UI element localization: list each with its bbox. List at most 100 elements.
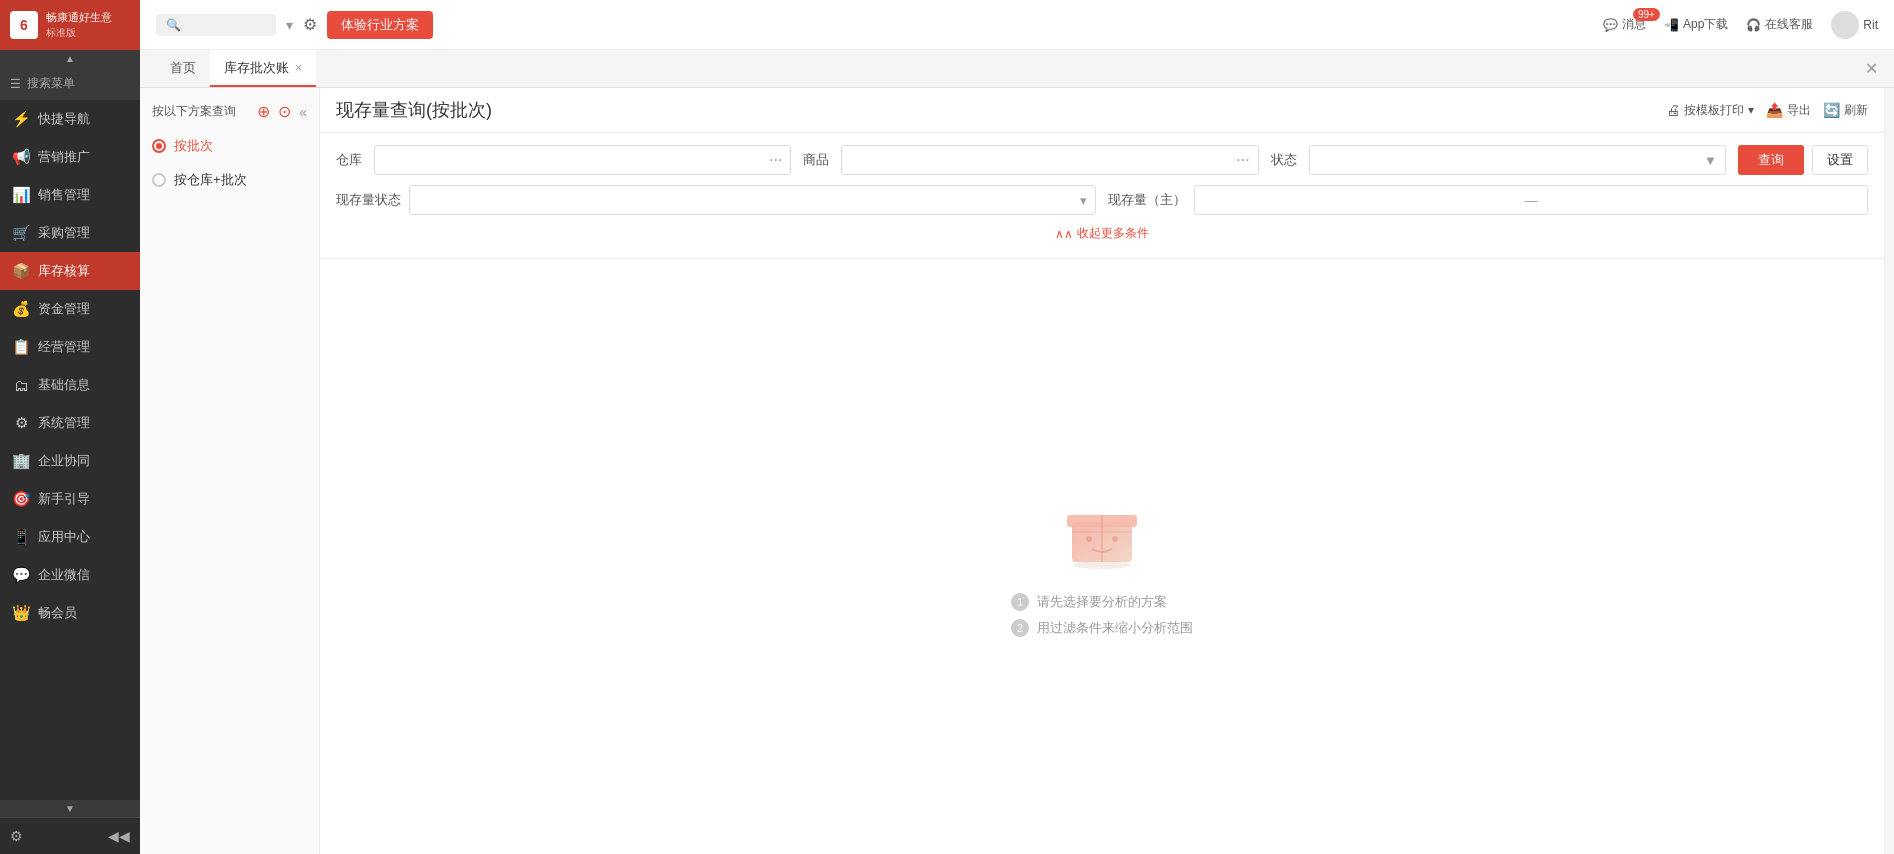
sidebar-item-operations[interactable]: 📋 经营管理 — [0, 328, 140, 366]
field-actions: 查询 设置 — [1738, 145, 1868, 175]
refresh-label: 刷新 — [1844, 102, 1868, 119]
inventory-qty-range[interactable]: — — [1194, 185, 1868, 215]
app-download-label: App下载 — [1683, 16, 1728, 33]
filter-radio-batch — [152, 139, 166, 153]
svg-point-5 — [1112, 536, 1118, 542]
top-search-dropdown[interactable]: ▾ — [286, 17, 293, 33]
message-button[interactable]: 💬 消息 99+ — [1603, 16, 1646, 33]
sidebar-item-label: 畅会员 — [38, 604, 77, 622]
top-search-bar[interactable]: 🔍 — [156, 14, 276, 36]
sidebar-item-purchase[interactable]: 🛒 采购管理 — [0, 214, 140, 252]
filter-label-warehouse: 按仓库+批次 — [174, 171, 247, 189]
sidebar-item-inventory[interactable]: 📦 库存核算 — [0, 252, 140, 290]
collapse-icon: ∧∧ — [1055, 227, 1073, 241]
export-icon: 📤 — [1766, 102, 1783, 118]
online-service-label: 在线客服 — [1765, 16, 1813, 33]
settings-button[interactable]: 设置 — [1812, 145, 1868, 175]
guide-icon: 🎯 — [12, 490, 30, 508]
user-profile[interactable]: Rit — [1831, 11, 1878, 39]
brand-tag: 标准版 — [46, 26, 112, 40]
sidebar-item-enterprise[interactable]: 🏢 企业协同 — [0, 442, 140, 480]
export-button[interactable]: 📤 导出 — [1766, 102, 1811, 119]
trial-button[interactable]: 体验行业方案 — [327, 11, 433, 39]
search-menu-item[interactable]: ☰ 搜索菜单 — [0, 67, 140, 100]
filter-radio-warehouse — [152, 173, 166, 187]
message-icon: 💬 — [1603, 18, 1618, 32]
sidebar-item-label: 经营管理 — [38, 338, 90, 356]
sidebar-item-label: 应用中心 — [38, 528, 90, 546]
filter-item-warehouse-batch[interactable]: 按仓库+批次 — [140, 163, 319, 197]
sidebar-item-guide[interactable]: 🎯 新手引导 — [0, 480, 140, 518]
svg-point-4 — [1086, 536, 1092, 542]
sidebar-scroll-down[interactable]: ▼ — [0, 800, 140, 817]
member-icon: 👑 — [12, 604, 30, 622]
filter-collapse-icon[interactable]: « — [299, 104, 307, 120]
refresh-button[interactable]: 🔄 刷新 — [1823, 102, 1868, 119]
sidebar-item-finance[interactable]: 💰 资金管理 — [0, 290, 140, 328]
basic-icon: 🗂 — [12, 377, 30, 394]
top-settings-icon[interactable]: ⚙ — [303, 15, 317, 34]
top-header: 🔍 ▾ ⚙ 体验行业方案 💬 消息 99+ 📲 App下载 🎧 在线客服 Rit — [140, 0, 1894, 50]
product-label: 商品 — [803, 151, 833, 169]
tab-inventory-batch[interactable]: 库存批次账 × — [210, 50, 316, 87]
warehouse-input[interactable]: ··· — [374, 145, 791, 175]
app-download-button[interactable]: 📲 App下载 — [1664, 16, 1728, 33]
export-label: 导出 — [1787, 102, 1811, 119]
status-select[interactable]: ▼ — [1309, 145, 1726, 175]
tab-inventory-batch-label: 库存批次账 — [224, 59, 289, 77]
sidebar-item-appstore[interactable]: 📱 应用中心 — [0, 518, 140, 556]
inventory-icon: 📦 — [12, 262, 30, 280]
product-dots[interactable]: ··· — [1236, 151, 1249, 169]
sidebar-item-basic[interactable]: 🗂 基础信息 — [0, 366, 140, 404]
empty-tips: 1 请先选择要分析的方案 2 用过滤条件来缩小分析范围 — [1011, 593, 1193, 637]
sidebar-collapse-icon[interactable]: ◀◀ — [108, 828, 130, 844]
filter-label-batch: 按批次 — [174, 137, 213, 155]
sidebar-item-wechat[interactable]: 💬 企业微信 — [0, 556, 140, 594]
warehouse-dots[interactable]: ··· — [769, 151, 782, 169]
search-form: 仓库 ··· 商品 ··· 状态 — [320, 133, 1884, 259]
collapse-row[interactable]: ∧∧ 收起更多条件 — [336, 219, 1868, 246]
tab-home[interactable]: 首页 — [156, 50, 210, 87]
search-row-2: 现存量状态 ▾ 现存量（主） — — [336, 185, 1868, 215]
sidebar-item-marketing[interactable]: 📢 营销推广 — [0, 138, 140, 176]
sidebar-item-system[interactable]: ⚙ 系统管理 — [0, 404, 140, 442]
svg-point-6 — [1074, 561, 1130, 569]
tip-num-1: 1 — [1011, 593, 1029, 611]
inventory-status-select[interactable]: ▾ — [409, 185, 1096, 215]
sidebar-item-sales[interactable]: 📊 销售管理 — [0, 176, 140, 214]
system-icon: ⚙ — [12, 414, 30, 432]
finance-icon: 💰 — [12, 300, 30, 318]
sidebar-item-member[interactable]: 👑 畅会员 — [0, 594, 140, 632]
empty-tip-2: 2 用过滤条件来缩小分析范围 — [1011, 619, 1193, 637]
print-dropdown-icon[interactable]: ▾ — [1748, 103, 1754, 117]
close-tab-icon[interactable]: × — [295, 61, 302, 75]
sidebar-scroll-up[interactable]: ▲ — [0, 50, 140, 67]
query-button[interactable]: 查询 — [1738, 145, 1804, 175]
inventory-qty-label: 现存量（主） — [1108, 191, 1186, 209]
top-header-right: 💬 消息 99+ 📲 App下载 🎧 在线客服 Rit — [1603, 11, 1878, 39]
marketing-icon: 📢 — [12, 148, 30, 166]
search-menu-label: 搜索菜单 — [27, 75, 75, 92]
filter-add-icon[interactable]: ⊕ — [257, 102, 270, 121]
sidebar-settings-icon[interactable]: ⚙ — [10, 828, 23, 844]
filter-item-batch[interactable]: 按批次 — [140, 129, 319, 163]
tip-text-1: 请先选择要分析的方案 — [1037, 593, 1167, 611]
tab-panel-close[interactable]: ✕ — [1865, 59, 1878, 78]
print-icon: 🖨 — [1666, 102, 1680, 118]
filter-panel-header: 按以下方案查询 ⊕ ⊙ « — [140, 98, 319, 129]
print-button[interactable]: 🖨 按模板打印 ▾ — [1666, 102, 1754, 119]
product-input[interactable]: ··· — [841, 145, 1258, 175]
sidebar-item-quicknav[interactable]: ⚡ 快捷导航 — [0, 100, 140, 138]
sidebar: 6 畅康通好生意 标准版 ▲ ☰ 搜索菜单 ⚡ 快捷导航 📢 营销推广 📊 销售… — [0, 0, 140, 854]
wechat-icon: 💬 — [12, 566, 30, 584]
main-wrapper: 🔍 ▾ ⚙ 体验行业方案 💬 消息 99+ 📲 App下载 🎧 在线客服 Rit — [140, 0, 1894, 854]
filter-settings-icon[interactable]: ⊙ — [278, 102, 291, 121]
search-icon: ☰ — [10, 77, 21, 91]
status-field: 状态 ▼ — [1271, 145, 1726, 175]
query-area: 现存量查询(按批次) 🖨 按模板打印 ▾ 📤 导出 🔄 刷新 — [320, 88, 1884, 854]
print-label: 按模板打印 — [1684, 102, 1744, 119]
online-service-button[interactable]: 🎧 在线客服 — [1746, 16, 1813, 33]
top-search-icon: 🔍 — [166, 18, 181, 32]
empty-illustration — [1052, 477, 1152, 577]
right-scrollbar[interactable] — [1884, 88, 1894, 854]
